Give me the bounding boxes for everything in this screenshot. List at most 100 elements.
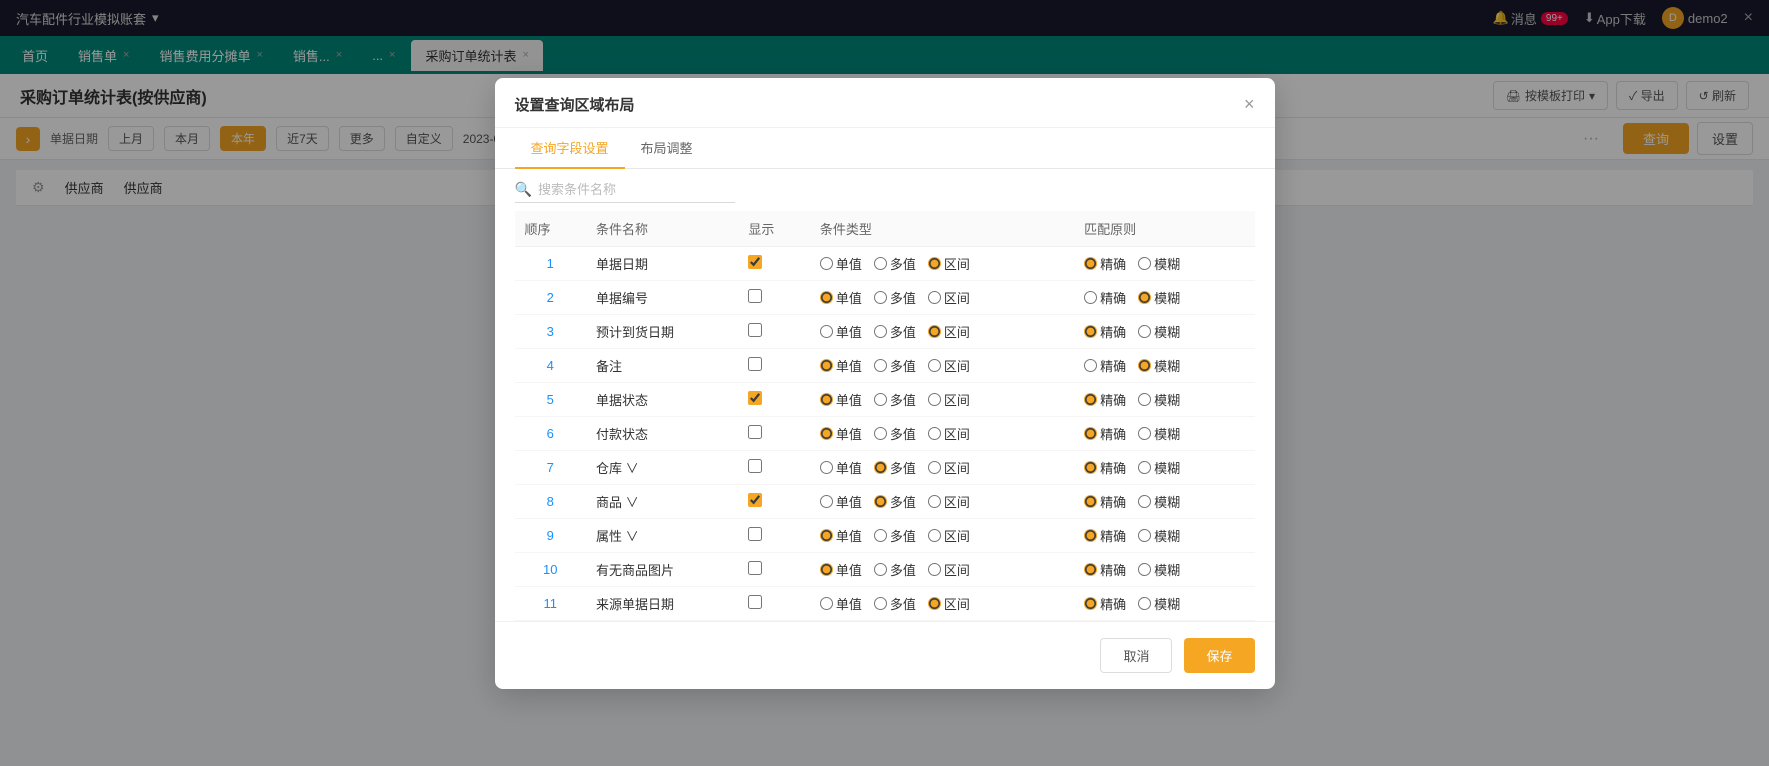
display-checkbox[interactable] xyxy=(748,595,762,609)
type-radio-item[interactable]: 单值 xyxy=(820,492,862,511)
match-radio-item[interactable]: 精确 xyxy=(1084,424,1126,443)
match-radio[interactable] xyxy=(1138,461,1151,474)
match-radio[interactable] xyxy=(1084,529,1097,542)
display-checkbox[interactable] xyxy=(748,527,762,541)
match-radio[interactable] xyxy=(1084,257,1097,270)
match-radio-item[interactable]: 精确 xyxy=(1084,526,1126,545)
match-radio-item[interactable]: 模糊 xyxy=(1138,526,1180,545)
display-checkbox[interactable] xyxy=(748,459,762,473)
type-radio[interactable] xyxy=(928,257,941,270)
match-radio[interactable] xyxy=(1084,325,1097,338)
match-radio[interactable] xyxy=(1084,563,1097,576)
type-radio[interactable] xyxy=(928,563,941,576)
type-radio[interactable] xyxy=(820,291,833,304)
type-radio[interactable] xyxy=(928,427,941,440)
match-radio-item[interactable]: 精确 xyxy=(1084,254,1126,273)
match-radio[interactable] xyxy=(1138,325,1151,338)
type-radio-item[interactable]: 单值 xyxy=(820,594,862,613)
match-radio[interactable] xyxy=(1138,563,1151,576)
match-radio-item[interactable]: 精确 xyxy=(1084,356,1126,375)
display-checkbox[interactable] xyxy=(748,561,762,575)
type-radio-item[interactable]: 单值 xyxy=(820,390,862,409)
type-radio[interactable] xyxy=(820,393,833,406)
type-radio-item[interactable]: 多值 xyxy=(874,526,916,545)
type-radio[interactable] xyxy=(820,257,833,270)
type-radio-item[interactable]: 多值 xyxy=(874,594,916,613)
match-radio[interactable] xyxy=(1138,359,1151,372)
type-radio-item[interactable]: 多值 xyxy=(874,356,916,375)
display-checkbox[interactable] xyxy=(748,425,762,439)
type-radio[interactable] xyxy=(874,291,887,304)
type-radio-item[interactable]: 区间 xyxy=(928,594,970,613)
type-radio[interactable] xyxy=(820,495,833,508)
match-radio[interactable] xyxy=(1084,597,1097,610)
type-radio[interactable] xyxy=(874,393,887,406)
type-radio-item[interactable]: 单值 xyxy=(820,560,862,579)
match-radio-item[interactable]: 模糊 xyxy=(1138,492,1180,511)
match-radio[interactable] xyxy=(1084,359,1097,372)
match-radio-item[interactable]: 模糊 xyxy=(1138,254,1180,273)
match-radio-item[interactable]: 精确 xyxy=(1084,390,1126,409)
display-checkbox[interactable] xyxy=(748,255,762,269)
cancel-button[interactable]: 取消 xyxy=(1100,638,1172,673)
type-radio-item[interactable]: 单值 xyxy=(820,254,862,273)
match-radio[interactable] xyxy=(1138,529,1151,542)
type-radio[interactable] xyxy=(874,427,887,440)
match-radio[interactable] xyxy=(1138,291,1151,304)
match-radio-item[interactable]: 精确 xyxy=(1084,322,1126,341)
type-radio-item[interactable]: 单值 xyxy=(820,322,862,341)
display-checkbox[interactable] xyxy=(748,357,762,371)
type-radio-item[interactable]: 区间 xyxy=(928,560,970,579)
type-radio-item[interactable]: 多值 xyxy=(874,390,916,409)
type-radio[interactable] xyxy=(820,325,833,338)
display-checkbox[interactable] xyxy=(748,391,762,405)
type-radio[interactable] xyxy=(874,563,887,576)
type-radio[interactable] xyxy=(928,325,941,338)
type-radio-item[interactable]: 多值 xyxy=(874,458,916,477)
match-radio-item[interactable]: 模糊 xyxy=(1138,288,1180,307)
dialog-close-button[interactable]: × xyxy=(1244,95,1255,113)
match-radio[interactable] xyxy=(1138,393,1151,406)
type-radio[interactable] xyxy=(874,495,887,508)
type-radio-item[interactable]: 区间 xyxy=(928,254,970,273)
type-radio[interactable] xyxy=(874,529,887,542)
match-radio-item[interactable]: 模糊 xyxy=(1138,424,1180,443)
display-checkbox[interactable] xyxy=(748,289,762,303)
display-checkbox[interactable] xyxy=(748,323,762,337)
match-radio[interactable] xyxy=(1084,427,1097,440)
search-input[interactable] xyxy=(538,182,735,197)
display-checkbox[interactable] xyxy=(748,493,762,507)
type-radio-item[interactable]: 区间 xyxy=(928,356,970,375)
type-radio-item[interactable]: 区间 xyxy=(928,390,970,409)
match-radio-item[interactable]: 精确 xyxy=(1084,458,1126,477)
type-radio-item[interactable]: 区间 xyxy=(928,288,970,307)
type-radio[interactable] xyxy=(820,427,833,440)
type-radio[interactable] xyxy=(874,257,887,270)
match-radio-item[interactable]: 模糊 xyxy=(1138,458,1180,477)
type-radio[interactable] xyxy=(874,597,887,610)
dialog-tab-layout[interactable]: 布局调整 xyxy=(625,128,709,169)
type-radio[interactable] xyxy=(928,597,941,610)
type-radio[interactable] xyxy=(874,359,887,372)
save-button[interactable]: 保存 xyxy=(1184,638,1254,673)
match-radio-item[interactable]: 模糊 xyxy=(1138,390,1180,409)
type-radio-item[interactable]: 区间 xyxy=(928,458,970,477)
type-radio[interactable] xyxy=(820,563,833,576)
type-radio[interactable] xyxy=(928,291,941,304)
type-radio[interactable] xyxy=(820,597,833,610)
type-radio-item[interactable]: 区间 xyxy=(928,424,970,443)
type-radio[interactable] xyxy=(820,359,833,372)
type-radio-item[interactable]: 单值 xyxy=(820,356,862,375)
type-radio-item[interactable]: 多值 xyxy=(874,288,916,307)
match-radio[interactable] xyxy=(1138,427,1151,440)
match-radio-item[interactable]: 模糊 xyxy=(1138,594,1180,613)
type-radio[interactable] xyxy=(820,461,833,474)
type-radio-item[interactable]: 单值 xyxy=(820,424,862,443)
dialog-tab-query-fields[interactable]: 查询字段设置 xyxy=(515,128,625,169)
type-radio[interactable] xyxy=(928,359,941,372)
type-radio[interactable] xyxy=(928,529,941,542)
type-radio-item[interactable]: 区间 xyxy=(928,322,970,341)
type-radio[interactable] xyxy=(928,393,941,406)
match-radio[interactable] xyxy=(1138,257,1151,270)
type-radio-item[interactable]: 区间 xyxy=(928,526,970,545)
